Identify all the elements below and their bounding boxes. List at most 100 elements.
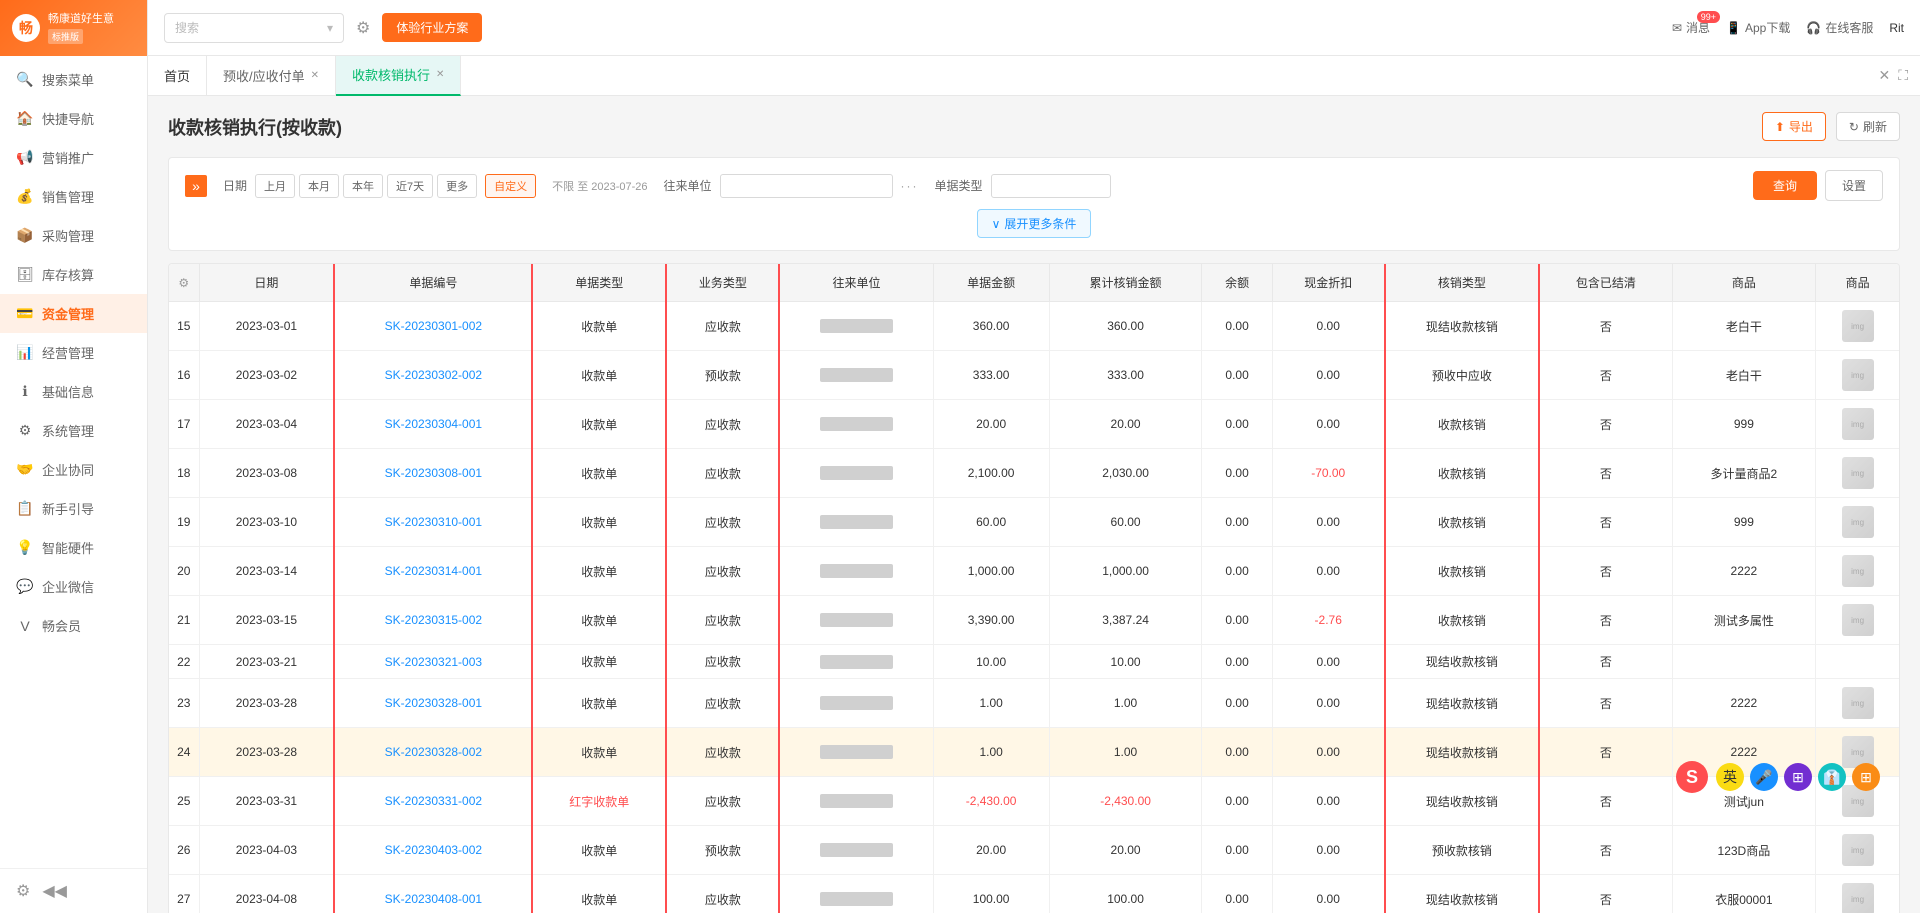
cell-partner: ████████ bbox=[779, 826, 933, 875]
filter-action-group: 查询 设置 bbox=[1753, 170, 1883, 201]
sidebar-item-base-info[interactable]: ℹ 基础信息 bbox=[0, 372, 147, 411]
filter-expand-button[interactable]: » bbox=[185, 175, 207, 197]
solution-button[interactable]: 体验行业方案 bbox=[382, 13, 482, 42]
last-7days-btn[interactable]: 近7天 bbox=[387, 174, 433, 198]
tab-collection-exec-close[interactable]: ✕ bbox=[436, 69, 444, 80]
cell-balance: 0.00 bbox=[1202, 400, 1272, 449]
this-month-btn[interactable]: 本月 bbox=[299, 174, 339, 198]
bill-no-link[interactable]: SK-20230328-002 bbox=[385, 745, 482, 759]
operations-icon: 📊 bbox=[16, 344, 34, 361]
tab-maximize-icon[interactable]: ⛶ bbox=[1898, 67, 1908, 84]
cell-balance: 0.00 bbox=[1202, 679, 1272, 728]
headset-icon: 🎧 bbox=[1806, 21, 1821, 35]
sidebar-item-vip[interactable]: V 畅会员 bbox=[0, 606, 147, 645]
cell-cum-cancel: -2,430.00 bbox=[1049, 777, 1202, 826]
cell-cum-cancel: 360.00 bbox=[1049, 302, 1202, 351]
sidebar-item-sales[interactable]: 💰 销售管理 bbox=[0, 177, 147, 216]
sidebar-item-wechat[interactable]: 💬 企业微信 bbox=[0, 567, 147, 606]
shirt-icon[interactable]: 👔 bbox=[1818, 763, 1846, 791]
bill-no-link[interactable]: SK-20230310-001 bbox=[385, 515, 482, 529]
cell-biz-type: 应收款 bbox=[666, 400, 779, 449]
col-header-settings[interactable]: ⚙ bbox=[169, 264, 199, 302]
page-title: 收款核销执行(按收款) bbox=[168, 114, 342, 140]
settings-bottom-icon[interactable]: ⚙ bbox=[16, 881, 30, 901]
bill-no-link[interactable]: SK-20230408-001 bbox=[385, 892, 482, 906]
expand-more-button[interactable]: ∨ 展开更多条件 bbox=[977, 209, 1092, 238]
sidebar-item-inventory[interactable]: 🗄 库存核算 bbox=[0, 255, 147, 294]
grid-icon[interactable]: ⊞ bbox=[1784, 763, 1812, 791]
sidebar-item-quick-nav[interactable]: 🏠 快捷导航 bbox=[0, 99, 147, 138]
cell-product-name: 多计量商品2 bbox=[1672, 449, 1816, 498]
cell-bill-type: 收款单 bbox=[532, 302, 666, 351]
app-download-button[interactable]: 📱 App下载 bbox=[1726, 19, 1790, 36]
page-title-actions: ⬆ 导出 ↻ 刷新 bbox=[1762, 112, 1900, 141]
cell-cancel-type: 收款核销 bbox=[1385, 596, 1539, 645]
more-date-btn[interactable]: 更多 bbox=[437, 174, 477, 198]
tab-close-all-icon[interactable]: ✕ bbox=[1878, 67, 1890, 84]
sidebar-item-search-menu[interactable]: 🔍 搜索菜单 bbox=[0, 60, 147, 99]
bill-no-link[interactable]: SK-20230314-001 bbox=[385, 564, 482, 578]
bill-no-link[interactable]: SK-20230321-003 bbox=[385, 655, 482, 669]
settings-icon[interactable]: ⚙ bbox=[356, 18, 370, 38]
partner-input[interactable] bbox=[720, 174, 893, 198]
sidebar-item-label: 智能硬件 bbox=[42, 538, 94, 557]
bill-no-link[interactable]: SK-20230331-002 bbox=[385, 794, 482, 808]
last-month-btn[interactable]: 上月 bbox=[255, 174, 295, 198]
cell-product-name: 999 bbox=[1672, 400, 1816, 449]
phone-icon: 📱 bbox=[1726, 21, 1741, 35]
expand-more-label: 展开更多条件 bbox=[1004, 215, 1076, 232]
bill-no-link[interactable]: SK-20230328-001 bbox=[385, 696, 482, 710]
cell-bill-type: 收款单 bbox=[532, 400, 666, 449]
tab-pre-pay-close[interactable]: ✕ bbox=[311, 70, 319, 81]
cell-row-num: 22 bbox=[169, 645, 199, 679]
bill-no-link[interactable]: SK-20230308-001 bbox=[385, 466, 482, 480]
cell-cum-cancel: 20.00 bbox=[1049, 400, 1202, 449]
cell-balance: 0.00 bbox=[1202, 351, 1272, 400]
topbar-search[interactable]: 搜索 ▾ bbox=[164, 13, 344, 43]
cell-bill-amount: 360.00 bbox=[933, 302, 1049, 351]
tab-home[interactable]: 首页 bbox=[148, 56, 207, 96]
refresh-button[interactable]: ↻ 刷新 bbox=[1836, 112, 1900, 141]
cell-cancel-type: 预收中应收 bbox=[1385, 351, 1539, 400]
cell-product-thumb: img bbox=[1816, 547, 1899, 596]
sidebar-item-guide[interactable]: 📋 新手引导 bbox=[0, 489, 147, 528]
sidebar-item-hardware[interactable]: 💡 智能硬件 bbox=[0, 528, 147, 567]
tab-collection-exec[interactable]: 收款核销执行 ✕ bbox=[336, 56, 461, 96]
floating-icons: 英 🎤 ⊞ 👔 ⊞ bbox=[1716, 763, 1880, 791]
sidebar-item-enterprise[interactable]: 🤝 企业协同 bbox=[0, 450, 147, 489]
cell-product-thumb: img bbox=[1816, 498, 1899, 547]
sidebar-item-label: 资金管理 bbox=[42, 304, 94, 323]
cell-cash-discount: 0.00 bbox=[1272, 728, 1384, 777]
bill-no-link[interactable]: SK-20230302-002 bbox=[385, 368, 482, 382]
sidebar-item-marketing[interactable]: 📢 营销推广 bbox=[0, 138, 147, 177]
bill-no-link[interactable]: SK-20230304-001 bbox=[385, 417, 482, 431]
messages-button[interactable]: ✉ 消息 99+ bbox=[1672, 19, 1710, 36]
export-button[interactable]: ⬆ 导出 bbox=[1762, 112, 1826, 141]
bill-type-select[interactable] bbox=[991, 174, 1111, 198]
query-button[interactable]: 查询 bbox=[1753, 171, 1817, 200]
sidebar-item-operations[interactable]: 📊 经营管理 bbox=[0, 333, 147, 372]
bill-no-link[interactable]: SK-20230315-002 bbox=[385, 613, 482, 627]
sidebar-item-purchase[interactable]: 📦 采购管理 bbox=[0, 216, 147, 255]
cell-balance: 0.00 bbox=[1202, 645, 1272, 679]
sidebar-item-sys-mgmt[interactable]: ⚙ 系统管理 bbox=[0, 411, 147, 450]
collapse-icon[interactable]: ◀◀ bbox=[42, 881, 67, 901]
bill-no-link[interactable]: SK-20230403-002 bbox=[385, 843, 482, 857]
online-service-button[interactable]: 🎧 在线客服 bbox=[1806, 19, 1873, 36]
table-row: 16 2023-03-02 SK-20230302-002 收款单 预收款 ██… bbox=[169, 351, 1899, 400]
tab-pre-pay[interactable]: 预收/应收付单 ✕ bbox=[207, 56, 336, 96]
cell-bill-type: 收款单 bbox=[532, 679, 666, 728]
this-year-btn[interactable]: 本年 bbox=[343, 174, 383, 198]
filter-settings-button[interactable]: 设置 bbox=[1825, 170, 1883, 201]
cell-row-num: 26 bbox=[169, 826, 199, 875]
cell-bill-no: SK-20230308-001 bbox=[334, 449, 532, 498]
input-icon[interactable]: 英 bbox=[1716, 763, 1744, 791]
mic-icon[interactable]: 🎤 bbox=[1750, 763, 1778, 791]
custom-date-btn[interactable]: 自定义 bbox=[485, 174, 536, 198]
more-filters-dots[interactable]: ··· bbox=[901, 179, 919, 193]
cell-balance: 0.00 bbox=[1202, 596, 1272, 645]
apps-icon[interactable]: ⊞ bbox=[1852, 763, 1880, 791]
sidebar-item-finance[interactable]: 💳 资金管理 bbox=[0, 294, 147, 333]
bill-no-link[interactable]: SK-20230301-002 bbox=[385, 319, 482, 333]
cell-cash-discount: -2.76 bbox=[1272, 596, 1384, 645]
